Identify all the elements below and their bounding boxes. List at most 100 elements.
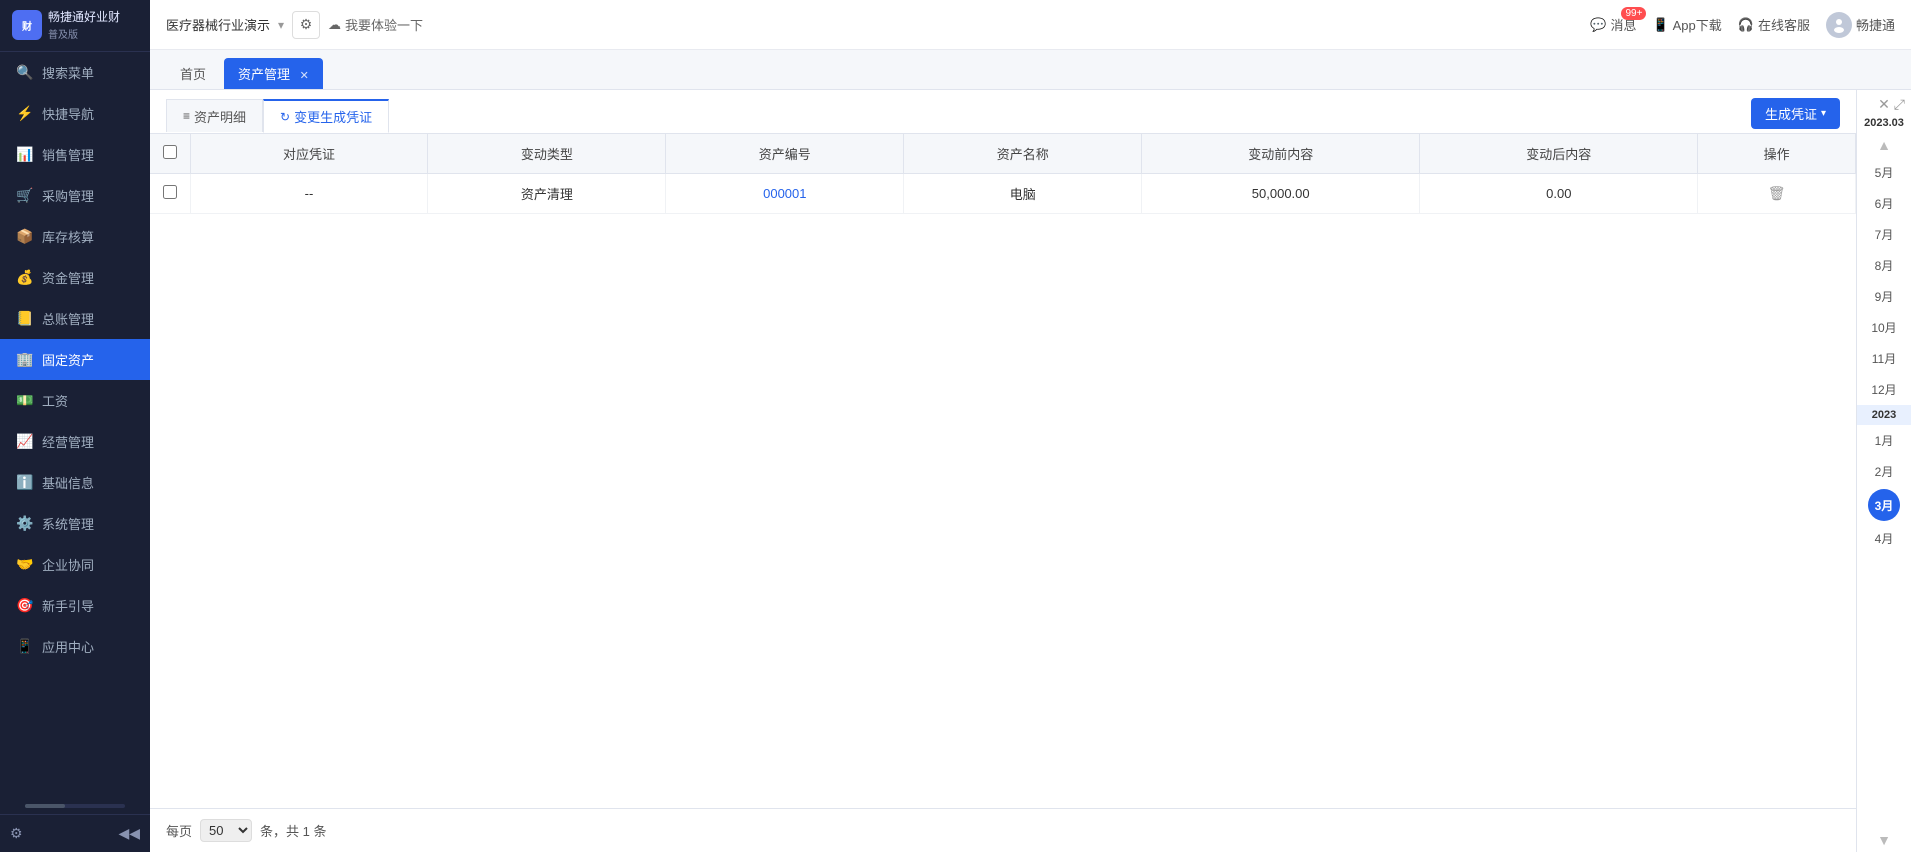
sidebar-item-label: 快捷导航 — [42, 104, 94, 123]
collapse-icon[interactable]: ◀◀ — [118, 825, 140, 842]
settings-icon[interactable]: ⚙ — [10, 825, 23, 842]
tab-home[interactable]: 首页 — [166, 58, 220, 89]
sidebar-item-system[interactable]: ⚙️ 系统管理 — [0, 503, 150, 544]
month-6[interactable]: 6月 — [1857, 188, 1911, 219]
select-all-checkbox[interactable] — [163, 145, 177, 159]
messages-button[interactable]: 💬 消息 99+ — [1590, 15, 1636, 34]
handshake-icon: 🤝 — [16, 555, 34, 573]
expand-panel-icon[interactable]: ⤢ — [1894, 96, 1905, 113]
month-2023-3[interactable]: 3月 — [1868, 489, 1900, 521]
generate-voucher-button[interactable]: 生成凭证 ▾ — [1751, 98, 1840, 129]
subtab-change-voucher[interactable]: ↻ 变更生成凭证 — [263, 99, 389, 133]
month-2023-2[interactable]: 2月 — [1857, 456, 1911, 487]
sidebar-item-label: 固定资产 — [42, 350, 94, 369]
sidebar-logo: 财 畅捷通好业财 普及版 — [0, 0, 150, 52]
sidebar-item-label: 销售管理 — [42, 145, 94, 164]
close-panel-icon[interactable]: ✕ — [1878, 96, 1890, 113]
main-area: 医疗器械行业演示 ▾ ⚙ ☁ 我要体验一下 💬 消息 99+ 📱 App下载 🎧… — [150, 0, 1911, 852]
month-12[interactable]: 12月 — [1857, 374, 1911, 405]
download-icon: 📱 — [1652, 17, 1668, 33]
month-5[interactable]: 5月 — [1857, 157, 1911, 188]
app-download-button[interactable]: 📱 App下载 — [1652, 15, 1721, 34]
sidebar-item-label: 工资 — [42, 391, 68, 410]
message-badge: 99+ — [1621, 7, 1646, 20]
table-row: -- 资产清理 000001 电脑 50,000.00 0.00 🗑 — [150, 174, 1856, 214]
dropdown-icon[interactable]: ▾ — [278, 18, 284, 32]
app-sub: 普及版 — [48, 26, 120, 41]
sidebar-item-quick-nav[interactable]: ⚡ 快捷导航 — [0, 93, 150, 134]
sidebar-item-label: 总账管理 — [42, 309, 94, 328]
sidebar-nav: 🔍 搜索菜单 ⚡ 快捷导航 📊 销售管理 🛒 采购管理 📦 库存核算 💰 资金管… — [0, 52, 150, 798]
sidebar-item-guide[interactable]: 🎯 新手引导 — [0, 585, 150, 626]
experience-button[interactable]: ☁ 我要体验一下 — [328, 15, 423, 34]
year-prev-label: 2023.03 — [1864, 113, 1904, 133]
sidebar-item-enterprise[interactable]: 🤝 企业协同 — [0, 544, 150, 585]
month-7[interactable]: 7月 — [1857, 219, 1911, 250]
right-panel: ✕ ⤢ 2023.03 ▲ 5月 6月 7月 8月 9月 10月 11月 12月… — [1856, 90, 1911, 852]
sidebar-item-purchase[interactable]: 🛒 采购管理 — [0, 175, 150, 216]
sidebar-item-ledger[interactable]: 📒 总账管理 — [0, 298, 150, 339]
sidebar-item-label: 新手引导 — [42, 596, 94, 615]
user-button[interactable]: 畅捷通 — [1826, 12, 1895, 38]
month-8[interactable]: 8月 — [1857, 250, 1911, 281]
settings-button[interactable]: ⚙ — [292, 11, 320, 39]
tab-asset-mgmt[interactable]: 资产管理 ✕ — [224, 58, 323, 89]
logo-icon: 财 — [12, 10, 42, 40]
page-content: ≡ 资产明细 ↻ 变更生成凭证 生成凭证 ▾ — [150, 90, 1911, 852]
header-change-type: 变动类型 — [428, 134, 666, 174]
chevron-down-icon: ▾ — [1821, 108, 1826, 119]
header-checkbox-cell — [150, 134, 190, 174]
subtabs-left: ≡ 资产明细 ↻ 变更生成凭证 — [166, 99, 389, 132]
month-11[interactable]: 11月 — [1857, 343, 1911, 374]
money-icon: 💰 — [16, 268, 34, 286]
sidebar-item-label: 经营管理 — [42, 432, 94, 451]
generate-voucher-label: 生成凭证 — [1765, 104, 1817, 123]
per-page-select[interactable]: 50 20 100 — [200, 819, 252, 842]
sidebar-footer: ⚙ ◀◀ — [0, 814, 150, 852]
experience-label: 我要体验一下 — [345, 15, 423, 34]
sidebar-item-sales[interactable]: 📊 销售管理 — [0, 134, 150, 175]
sidebar-item-payroll[interactable]: 💵 工资 — [0, 380, 150, 421]
header-operation: 操作 — [1698, 134, 1856, 174]
sidebar: 财 畅捷通好业财 普及版 🔍 搜索菜单 ⚡ 快捷导航 📊 销售管理 🛒 采购管理… — [0, 0, 150, 852]
delete-icon[interactable]: 🗑 — [1768, 185, 1786, 201]
chart-icon: 📊 — [16, 145, 34, 163]
sidebar-item-operations[interactable]: 📈 经营管理 — [0, 421, 150, 462]
subtab-asset-detail[interactable]: ≡ 资产明细 — [166, 99, 263, 132]
guide-icon: 🎯 — [16, 596, 34, 614]
header-asset-code: 资产编号 — [666, 134, 904, 174]
online-service-label: 在线客服 — [1758, 15, 1810, 34]
calendar-down-arrow[interactable]: ▼ — [1857, 828, 1911, 852]
month-9[interactable]: 9月 — [1857, 281, 1911, 312]
cart-icon: 🛒 — [16, 186, 34, 204]
subtabs: ≡ 资产明细 ↻ 变更生成凭证 生成凭证 ▾ — [150, 90, 1856, 134]
sidebar-item-app-center[interactable]: 📱 应用中心 — [0, 626, 150, 667]
refresh-icon: ↻ — [280, 110, 290, 124]
cloud-icon: ☁ — [328, 17, 341, 33]
tab-close-icon[interactable]: ✕ — [300, 70, 309, 82]
online-service-button[interactable]: 🎧 在线客服 — [1738, 15, 1810, 34]
message-icon: 💬 — [1590, 17, 1606, 33]
pagination: 每页 50 20 100 条，共 1 条 — [150, 808, 1856, 852]
month-10[interactable]: 10月 — [1857, 312, 1911, 343]
row-asset-name: 电脑 — [904, 174, 1142, 214]
app-name: 畅捷通好业财 — [48, 10, 120, 26]
info-icon: ℹ️ — [16, 473, 34, 491]
sidebar-item-funds[interactable]: 💰 资金管理 — [0, 257, 150, 298]
subtab-change-voucher-label: 变更生成凭证 — [294, 107, 372, 126]
calendar-up-arrow[interactable]: ▲ — [1857, 133, 1911, 157]
app-download-label: App下载 — [1673, 15, 1722, 34]
sidebar-item-basic-info[interactable]: ℹ️ 基础信息 — [0, 462, 150, 503]
sidebar-item-fixed-assets[interactable]: 🏢 固定资产 — [0, 339, 150, 380]
sidebar-item-inventory[interactable]: 📦 库存核算 — [0, 216, 150, 257]
row-checkbox-cell — [150, 174, 190, 214]
row-before-change: 50,000.00 — [1142, 174, 1420, 214]
sidebar-item-search[interactable]: 🔍 搜索菜单 — [0, 52, 150, 93]
header-asset-name: 资产名称 — [904, 134, 1142, 174]
lightning-icon: ⚡ — [16, 104, 34, 122]
month-list: 5月 6月 7月 8月 9月 10月 11月 12月 2023 1月 2月 3月… — [1857, 157, 1911, 828]
month-2023-4[interactable]: 4月 — [1857, 523, 1911, 554]
row-checkbox[interactable] — [163, 185, 177, 199]
box-icon: 📦 — [16, 227, 34, 245]
month-2023-1[interactable]: 1月 — [1857, 425, 1911, 456]
